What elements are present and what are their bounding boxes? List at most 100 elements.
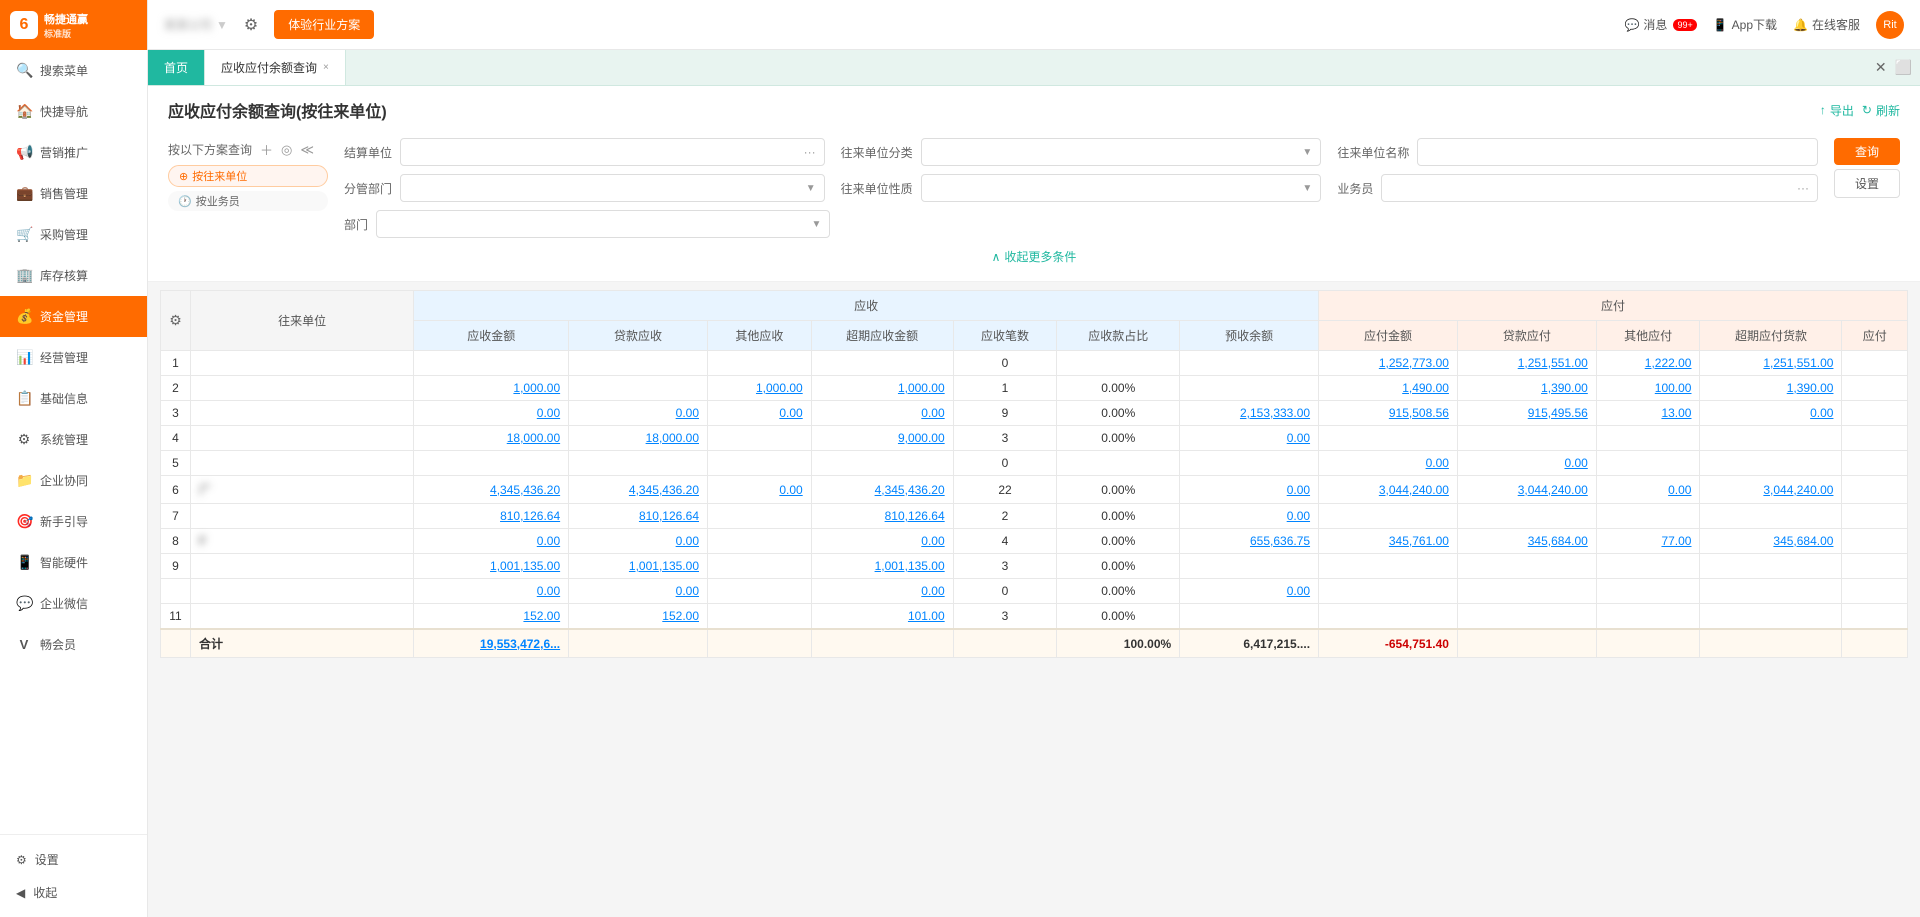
- table-cell[interactable]: 0.00: [414, 401, 569, 426]
- query-button[interactable]: 查询: [1834, 138, 1900, 165]
- table-cell[interactable]: [811, 451, 953, 476]
- table-cell[interactable]: 4,345,436.20: [811, 476, 953, 504]
- sidebar-item-search[interactable]: 🔍 搜索菜单: [0, 50, 147, 91]
- table-cell[interactable]: [708, 579, 812, 604]
- sidebar-item-system[interactable]: ⚙ 系统管理: [0, 419, 147, 460]
- sidebar-item-member[interactable]: V 畅会员: [0, 624, 147, 665]
- table-cell[interactable]: [1596, 554, 1700, 579]
- table-cell[interactable]: 1,000.00: [811, 376, 953, 401]
- table-cell[interactable]: [708, 426, 812, 451]
- sidebar-item-hardware[interactable]: 📱 智能硬件: [0, 542, 147, 583]
- table-cell[interactable]: 100.00: [1596, 376, 1700, 401]
- table-cell[interactable]: 1,390.00: [1457, 376, 1596, 401]
- table-cell[interactable]: [1180, 554, 1319, 579]
- sidebar-item-wechat[interactable]: 💬 企业微信: [0, 583, 147, 624]
- sidebar-settings[interactable]: ⚙ 设置: [0, 843, 147, 876]
- th-settings[interactable]: ⚙: [161, 291, 191, 351]
- sidebar-item-purchase[interactable]: 🛒 采购管理: [0, 214, 147, 255]
- table-cell[interactable]: [1700, 579, 1842, 604]
- table-cell[interactable]: 3,044,240.00: [1700, 476, 1842, 504]
- online-service-btn[interactable]: 🔔 在线客服: [1793, 16, 1860, 33]
- table-cell[interactable]: 2,153,333.00: [1180, 401, 1319, 426]
- table-cell[interactable]: 915,508.56: [1319, 401, 1458, 426]
- laiwang-cat-input[interactable]: ▼: [921, 138, 1322, 166]
- table-cell[interactable]: 345,684.00: [1700, 529, 1842, 554]
- tab-home[interactable]: 首页: [148, 50, 205, 85]
- table-cell[interactable]: 0.00: [569, 401, 708, 426]
- sidebar-item-nav[interactable]: 🏠 快捷导航: [0, 91, 147, 132]
- table-cell[interactable]: 1,001,135.00: [811, 554, 953, 579]
- app-download-btn[interactable]: 📱 App下载: [1713, 16, 1777, 33]
- table-cell[interactable]: 152.00: [414, 604, 569, 630]
- table-cell[interactable]: 77.00: [1596, 529, 1700, 554]
- table-cell[interactable]: [708, 351, 812, 376]
- table-cell[interactable]: 0.00: [811, 579, 953, 604]
- table-cell[interactable]: [1319, 554, 1458, 579]
- table-cell[interactable]: 0.00: [1319, 451, 1458, 476]
- table-cell[interactable]: [1596, 504, 1700, 529]
- table-cell[interactable]: 0.00: [708, 401, 812, 426]
- message-btn[interactable]: 💬 消息 99+: [1624, 16, 1696, 33]
- table-cell[interactable]: 655,636.75: [1180, 529, 1319, 554]
- table-cell[interactable]: [708, 504, 812, 529]
- table-cell[interactable]: 1,251,551.00: [1700, 351, 1842, 376]
- table-cell[interactable]: [1457, 504, 1596, 529]
- table-cell[interactable]: 9,000.00: [811, 426, 953, 451]
- table-cell[interactable]: 0.00: [414, 579, 569, 604]
- table-cell[interactable]: [1596, 451, 1700, 476]
- table-cell[interactable]: [811, 351, 953, 376]
- table-cell[interactable]: 0.00: [1457, 451, 1596, 476]
- table-cell[interactable]: 0.00: [708, 476, 812, 504]
- table-cell[interactable]: 4,345,436.20: [569, 476, 708, 504]
- table-cell[interactable]: [1457, 579, 1596, 604]
- table-cell[interactable]: [1319, 579, 1458, 604]
- table-cell[interactable]: 0.00: [569, 529, 708, 554]
- solution-button[interactable]: 体验行业方案: [274, 10, 374, 39]
- collapse-button[interactable]: ∧ 收起更多条件: [992, 244, 1077, 269]
- table-cell[interactable]: [1700, 504, 1842, 529]
- sidebar-item-basic-info[interactable]: 📋 基础信息: [0, 378, 147, 419]
- table-cell[interactable]: [1596, 579, 1700, 604]
- table-cell[interactable]: 345,684.00: [1457, 529, 1596, 554]
- table-cell[interactable]: [1180, 451, 1319, 476]
- table-cell[interactable]: 1,001,135.00: [414, 554, 569, 579]
- table-cell[interactable]: 18,000.00: [569, 426, 708, 451]
- table-cell[interactable]: [414, 451, 569, 476]
- jiesuan-input[interactable]: ···: [400, 138, 825, 166]
- table-cell[interactable]: [1457, 604, 1596, 630]
- collapse-scheme-icon[interactable]: ≪: [300, 142, 314, 158]
- table-cell[interactable]: [1180, 376, 1319, 401]
- table-cell[interactable]: 3,044,240.00: [1319, 476, 1458, 504]
- table-cell[interactable]: 0.00: [414, 529, 569, 554]
- table-cell[interactable]: 0.00: [811, 401, 953, 426]
- sidebar-item-guide[interactable]: 🎯 新手引导: [0, 501, 147, 542]
- table-cell[interactable]: 0.00: [569, 579, 708, 604]
- table-cell[interactable]: [1596, 604, 1700, 630]
- table-cell[interactable]: 1,251,551.00: [1457, 351, 1596, 376]
- sidebar-item-operations[interactable]: 📊 经营管理: [0, 337, 147, 378]
- table-cell[interactable]: [569, 451, 708, 476]
- settings-gear-icon[interactable]: ⚙: [244, 15, 258, 35]
- table-cell[interactable]: 1,390.00: [1700, 376, 1842, 401]
- settings-button[interactable]: 设置: [1834, 169, 1900, 198]
- fenguan-input[interactable]: ▼: [400, 174, 825, 202]
- scheme-tag-salesman[interactable]: 🕐 按业务员: [168, 191, 328, 211]
- table-cell[interactable]: 0.00: [1180, 426, 1319, 451]
- table-cell[interactable]: 1,000.00: [414, 376, 569, 401]
- table-cell[interactable]: 810,126.64: [414, 504, 569, 529]
- table-cell[interactable]: [1457, 554, 1596, 579]
- table-cell[interactable]: [708, 451, 812, 476]
- window-close-icon[interactable]: ✕: [1875, 59, 1887, 76]
- sidebar-item-collab[interactable]: 📁 企业协同: [0, 460, 147, 501]
- table-cell[interactable]: [1700, 426, 1842, 451]
- table-cell[interactable]: [1700, 451, 1842, 476]
- total-ar-amount[interactable]: 19,553,472,6...: [414, 629, 569, 658]
- table-cell[interactable]: 13.00: [1596, 401, 1700, 426]
- tab-ar-query[interactable]: 应收应付余额查询 ×: [205, 50, 346, 85]
- table-cell[interactable]: 0.00: [1180, 476, 1319, 504]
- table-cell[interactable]: 0.00: [1700, 401, 1842, 426]
- table-cell[interactable]: 1,000.00: [708, 376, 812, 401]
- table-cell[interactable]: 1,001,135.00: [569, 554, 708, 579]
- window-maximize-icon[interactable]: ⬜: [1895, 59, 1912, 76]
- table-cell[interactable]: 4,345,436.20: [414, 476, 569, 504]
